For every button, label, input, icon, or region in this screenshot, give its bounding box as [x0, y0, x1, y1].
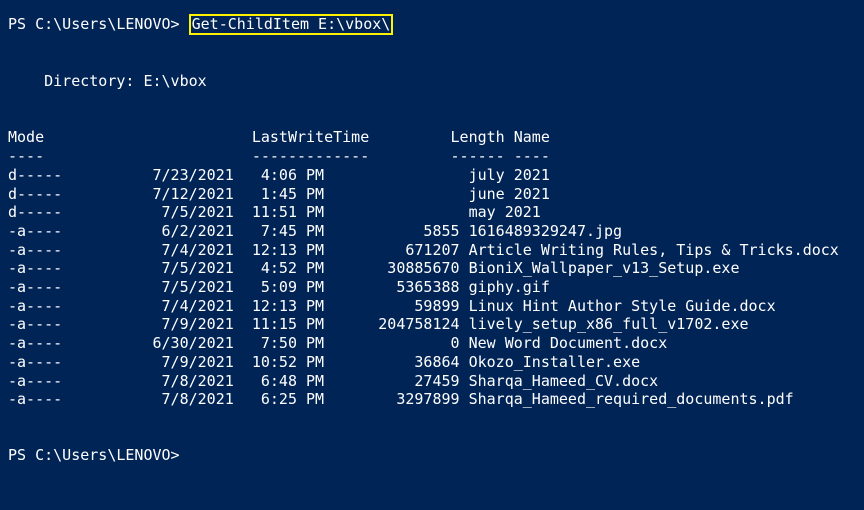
table-row: -a---- 7/8/2021 6:25 PM 3297899 Sharqa_H… — [8, 390, 856, 409]
table-row: d----- 7/23/2021 4:06 PM july 2021 — [8, 166, 856, 185]
table-row: -a---- 7/4/2021 12:13 PM 59899 Linux Hin… — [8, 297, 856, 316]
table-row: -a---- 7/8/2021 6:48 PM 27459 Sharqa_Ham… — [8, 372, 856, 391]
column-headers: Mode LastWriteTime Length Name — [8, 128, 856, 147]
table-row: -a---- 7/5/2021 5:09 PM 5365388 giphy.gi… — [8, 278, 856, 297]
table-row: d----- 7/5/2021 11:51 PM may 2021 — [8, 203, 856, 222]
blank-line — [8, 54, 856, 73]
table-row: -a---- 7/4/2021 12:13 PM 671207 Article … — [8, 241, 856, 260]
prompt-line-2[interactable]: PS C:\Users\LENOVO> — [8, 446, 856, 465]
column-dividers: ---- ------------- ------ ---- — [8, 147, 856, 166]
blank-line — [8, 428, 856, 447]
blank-line — [8, 409, 856, 428]
table-row: -a---- 6/30/2021 7:50 PM 0 New Word Docu… — [8, 334, 856, 353]
table-row: -a---- 7/9/2021 11:15 PM 204758124 livel… — [8, 315, 856, 334]
table-row: d----- 7/12/2021 1:45 PM june 2021 — [8, 185, 856, 204]
table-row: -a---- 7/9/2021 10:52 PM 36864 Okozo_Ins… — [8, 353, 856, 372]
blank-line — [8, 91, 856, 110]
cursor — [189, 447, 198, 462]
blank-line — [8, 110, 856, 129]
blank-line — [8, 35, 856, 54]
table-row: -a---- 6/2/2021 7:45 PM 5855 16164893292… — [8, 222, 856, 241]
prompt-prefix: PS C:\Users\LENOVO> — [8, 446, 189, 464]
directory-header: Directory: E:\vbox — [8, 72, 856, 91]
table-row: -a---- 7/5/2021 4:52 PM 30885670 BioniX_… — [8, 259, 856, 278]
prompt-line-1: PS C:\Users\LENOVO> Get-ChildItem E:\vbo… — [8, 14, 856, 35]
file-listing: d----- 7/23/2021 4:06 PM july 2021d-----… — [8, 166, 856, 409]
entered-command: Get-ChildItem E:\vbox\ — [189, 14, 394, 35]
powershell-terminal[interactable]: PS C:\Users\LENOVO> Get-ChildItem E:\vbo… — [0, 0, 864, 473]
prompt-prefix: PS C:\Users\LENOVO> — [8, 15, 189, 33]
